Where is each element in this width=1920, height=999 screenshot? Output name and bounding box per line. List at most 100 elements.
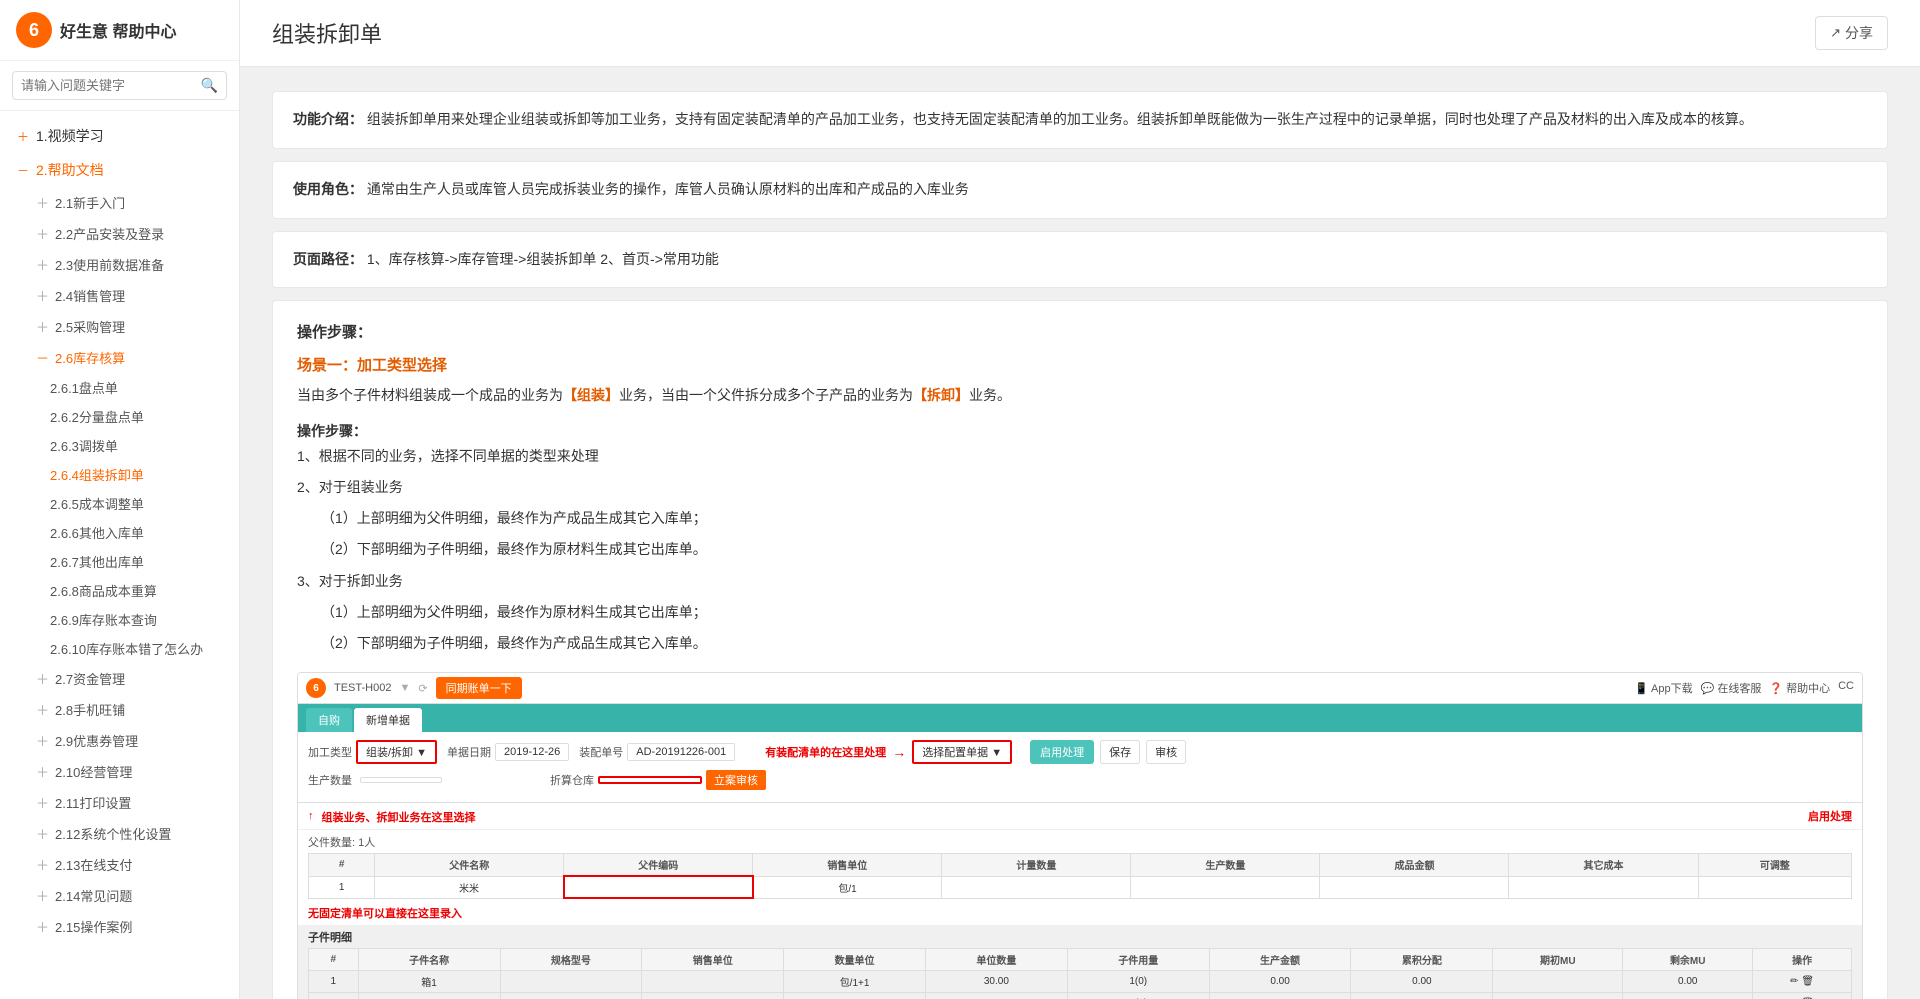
expand-icon-211: ＋ [36, 793, 49, 812]
th-other-cost: 其它成本 [1509, 854, 1698, 877]
step2: 2、对于组装业务 [297, 475, 1863, 500]
collapse-icon-26: － [36, 348, 49, 367]
expand-icon-27: ＋ [36, 669, 49, 688]
ops-label: 操作步骤： [297, 321, 1863, 342]
sim-confirm-btn[interactable]: 立案审核 [706, 770, 766, 790]
sidebar-item-268[interactable]: 2.6.8商品成本重算 [0, 576, 239, 605]
role-text: 通常由生产人员或库管人员完成拆装业务的操作，库管人员确认原材料的出库和产成品的入… [367, 181, 969, 197]
nav-tree: ＋ 1.视频学习 － 2.帮助文档 ＋ 2.1新手入门 ＋ 2.2产品安装及登录 [0, 111, 239, 999]
sim-upper-table-label: 父件数量: 1人 [308, 834, 1852, 850]
sim-action-btns: 启用处理 保存 审核 [1030, 740, 1186, 764]
sidebar-item-23[interactable]: ＋ 2.3使用前数据准备 [0, 249, 239, 280]
sim-order-input[interactable]: AD-20191226-001 [627, 743, 735, 761]
scenario1-desc: 当由多个子件材料组装成一个成品的业务为【组装】业务，当由一个父件拆分成多个子产品… [297, 383, 1863, 408]
search-box[interactable]: 🔍 [12, 71, 227, 100]
sim-logo: 6 [306, 678, 326, 698]
sidebar-item-214[interactable]: ＋ 2.14常见问题 [0, 880, 239, 911]
sim-warehouse-input[interactable] [598, 776, 702, 784]
sim-refresh-btn[interactable]: 同期账单一下 [436, 677, 522, 699]
search-icon[interactable]: 🔍 [201, 77, 218, 94]
sidebar-item-213[interactable]: ＋ 2.13在线支付 [0, 849, 239, 880]
sim-config-annotation: 有装配清单的在这里处理 → 选择配置单据 ▼ [765, 740, 1012, 764]
sidebar-item-269[interactable]: 2.6.9库存账本查询 [0, 605, 239, 634]
role-label: 使用角色： [293, 181, 363, 197]
sidebar-item-266[interactable]: 2.6.6其他入库单 [0, 518, 239, 547]
sidebar-item-24[interactable]: ＋ 2.4销售管理 [0, 280, 239, 311]
th-adjustable: 可调整 [1698, 854, 1851, 877]
sidebar-item-28[interactable]: ＋ 2.8手机旺铺 [0, 694, 239, 725]
sidebar-item-help-docs[interactable]: － 2.帮助文档 [0, 153, 239, 187]
sidebar-item-25[interactable]: ＋ 2.5采购管理 [0, 311, 239, 342]
sidebar-item-29[interactable]: ＋ 2.9优惠券管理 [0, 725, 239, 756]
sim-process-btn[interactable]: 启用处理 [1030, 740, 1094, 764]
sim-lower-table-label: 子件明细 [308, 929, 1852, 945]
sim-config-select[interactable]: 选择配置单据 ▼ [912, 740, 1012, 764]
sim-order-field: 装配单号 AD-20191226-001 [579, 743, 735, 761]
sim-warehouse-field: 折算仓库 立案审核 [550, 770, 766, 790]
sim-date-input[interactable]: 2019-12-26 [495, 743, 569, 761]
expand-icon-214: ＋ [36, 886, 49, 905]
sim-fill-annotation-row: 无固定清单可以直接在这里录入 [298, 903, 1862, 925]
sim-tab-new[interactable]: 新增单据 [354, 708, 422, 732]
expand-icon-21: ＋ [36, 193, 49, 212]
share-icon: ↗ [1830, 25, 1841, 41]
th-parent-name: 父件名称 [375, 854, 564, 877]
sidebar-item-21[interactable]: ＋ 2.1新手入门 [0, 187, 239, 218]
sim-top-bar: 6 TEST-H002 ▼ ⟳ 同期账单一下 📱 App下载 💬 在线客服 ❓ … [298, 673, 1862, 704]
annotation-process-label: 启用处理 [1808, 808, 1852, 824]
sidebar-item-262[interactable]: 2.6.2分量盘点单 [0, 402, 239, 431]
sim-company: TEST-H002 [334, 682, 391, 694]
table-row: 1 箱1 包/1+1 30.00 1(0) 0.00 0.00 [309, 971, 1852, 993]
sidebar-item-2610[interactable]: 2.6.10库存账本错了怎么办 [0, 634, 239, 663]
nav-children-2: ＋ 2.1新手入门 ＋ 2.2产品安装及登录 ＋ 2.3使用前数据准备 ＋ 2.… [0, 187, 239, 942]
step3: 3、对于拆卸业务 [297, 569, 1863, 594]
sim-parent-code-cell[interactable] [564, 876, 753, 898]
sidebar-item-210[interactable]: ＋ 2.10经营管理 [0, 756, 239, 787]
th-parent-code: 父件编码 [564, 854, 753, 877]
expand-icon-29: ＋ [36, 731, 49, 750]
sim-date-field: 单据日期 2019-12-26 [447, 743, 569, 761]
intro-label: 功能介绍： [293, 111, 363, 127]
sidebar-item-267[interactable]: 2.6.7其他出库单 [0, 547, 239, 576]
sim-nav-tabs: 自购 新增单据 [298, 704, 1862, 732]
sim-type-annotation: 组装业务、拆卸业务在这里选择 [322, 809, 476, 825]
sidebar-item-211[interactable]: ＋ 2.11打印设置 [0, 787, 239, 818]
page-title: 组装拆卸单 [272, 17, 382, 49]
steps-block: 操作步骤： 场景一：加工类型选择 当由多个子件材料组装成一个成品的业务为【组装】… [272, 300, 1888, 999]
table-row: 2 箱1 2 包/1+1 30.00 1(0) 0.00 0.00 [309, 993, 1852, 999]
sim-type-annotation-row: ↑ 组装业务、拆卸业务在这里选择 启用处理 [298, 803, 1862, 830]
sim-tab-purchase[interactable]: 自购 [306, 708, 352, 732]
intro-text: 组装拆卸单用来处理企业组装或拆卸等加工业务，支持有固定装配清单的产品加工业务，也… [367, 111, 1753, 127]
ops-steps-sub: 操作步骤： [297, 419, 1863, 444]
sim-form-area: 加工类型 组装/拆卸 ▼ 单据日期 2019-12-26 装配单号 AD-201… [298, 732, 1862, 803]
collapse-icon: － [16, 163, 30, 177]
share-button[interactable]: ↗ 分享 [1815, 16, 1888, 50]
sim-type-select[interactable]: 组装/拆卸 ▼ [356, 740, 437, 764]
step1: 1、根据不同的业务，选择不同单据的类型来处理 [297, 444, 1863, 469]
search-input[interactable] [21, 78, 201, 93]
sidebar-item-263[interactable]: 2.6.3调拨单 [0, 431, 239, 460]
th-measure-qty: 计量数量 [942, 854, 1131, 877]
sim-qty-input[interactable] [360, 777, 442, 783]
sidebar-item-27[interactable]: ＋ 2.7资金管理 [0, 663, 239, 694]
sidebar-item-212[interactable]: ＋ 2.12系统个性化设置 [0, 818, 239, 849]
sidebar-item-265[interactable]: 2.6.5成本调整单 [0, 489, 239, 518]
highlight-disassemble: 【拆卸】 [913, 387, 969, 403]
sidebar-item-26[interactable]: － 2.6库存核算 [0, 342, 239, 373]
sidebar-item-22[interactable]: ＋ 2.2产品安装及登录 [0, 218, 239, 249]
logo-text: 好生意 帮助中心 [60, 18, 176, 42]
sidebar-item-215[interactable]: ＋ 2.15操作案例 [0, 911, 239, 942]
sidebar-item-261[interactable]: 2.6.1盘点单 [0, 373, 239, 402]
sim-review-btn[interactable]: 审核 [1146, 740, 1186, 764]
sidebar-item-video[interactable]: ＋ 1.视频学习 [0, 119, 239, 153]
expand-icon-24: ＋ [36, 286, 49, 305]
annotation-fill: 无固定清单可以直接在这里录入 [308, 905, 462, 921]
sidebar-item-264[interactable]: 2.6.4组装拆卸单 [0, 460, 239, 489]
sim-save-btn[interactable]: 保存 [1100, 740, 1140, 764]
table-row: 1 米米 包/1 [309, 876, 1852, 898]
expand-icon-22: ＋ [36, 224, 49, 243]
sim-lower-table-area: 子件明细 # 子件名称 规格型号 销售单位 数量单位 单位数量 [298, 925, 1862, 999]
annotation-type: ↑ [308, 810, 314, 822]
screenshot-container: 6 TEST-H002 ▼ ⟳ 同期账单一下 📱 App下载 💬 在线客服 ❓ … [297, 672, 1863, 999]
path-text: 1、库存核算->库存管理->组装拆卸单 2、首页->常用功能 [367, 251, 719, 267]
